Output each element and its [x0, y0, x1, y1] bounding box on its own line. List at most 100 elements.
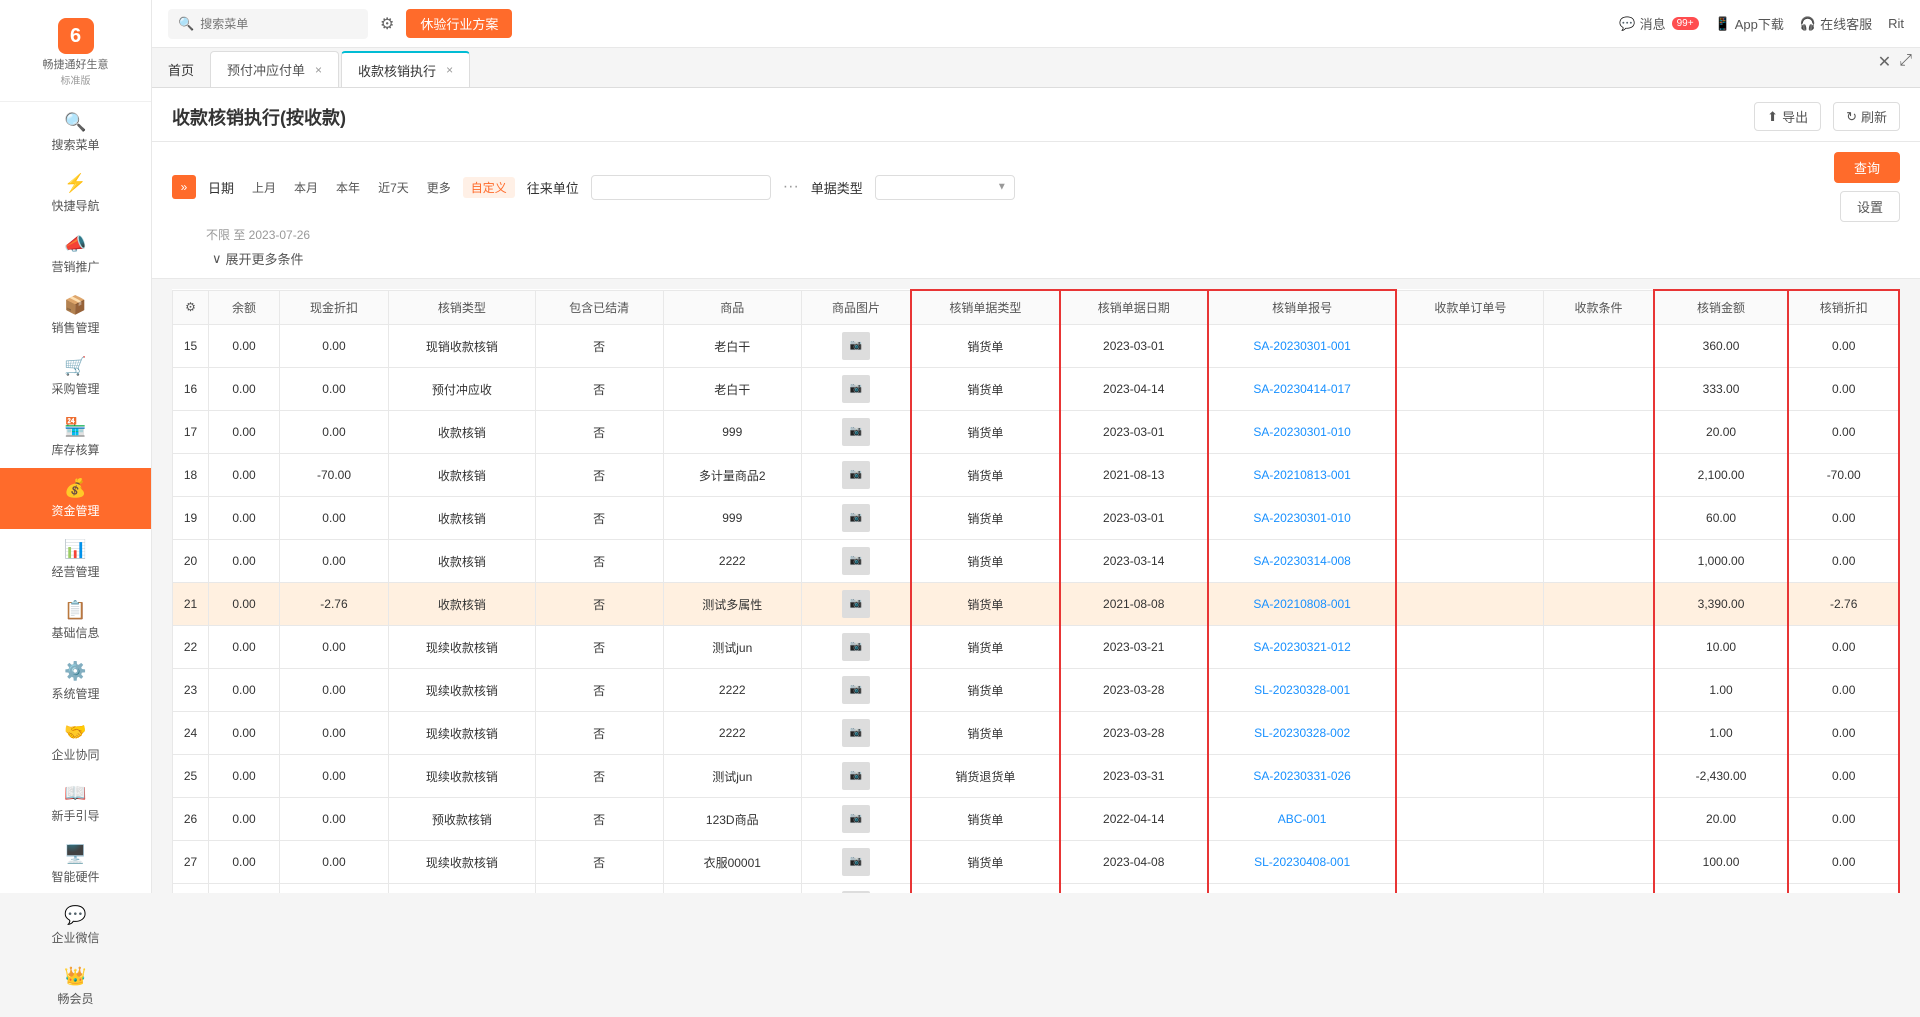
this-year-btn[interactable]: 本年 [330, 177, 366, 198]
th-verify-bill-type: 核销单据类型 [911, 290, 1059, 325]
tab-prepay-close[interactable]: × [315, 63, 322, 77]
solution-button[interactable]: 休验行业方案 [406, 9, 512, 38]
close-window-icon[interactable]: ✕ [1878, 52, 1891, 72]
bill-no-link[interactable]: SA-20230301-001 [1253, 339, 1350, 353]
topbar: 🔍 ⚙ 休验行业方案 💬 消息 99+ 📱 App下载 🎧 在线客服 Rit [152, 0, 1920, 48]
sidebar-item-inventory[interactable]: 🏪 库存核算 [0, 407, 151, 468]
cell-goods-img: 📷 [801, 583, 911, 626]
search-input[interactable] [200, 17, 320, 31]
online-service-item[interactable]: 🎧 在线客服 [1800, 14, 1872, 33]
cell-verify-bill-no: SA-20230301-001 [1208, 325, 1396, 368]
cell-goods: 2222 [663, 884, 801, 894]
bill-no-link[interactable]: SA-20230301-010 [1253, 511, 1350, 525]
expand-window-icon[interactable]: ⤢ [1899, 52, 1912, 72]
table-row: 26 0.00 0.00 预收款核销 否 123D商品 📷 销货单 2022-0… [173, 798, 1900, 841]
user-item[interactable]: Rit [1888, 16, 1904, 31]
cell-verify-bill-type: 销货单 [911, 669, 1059, 712]
bill-no-link[interactable]: SA-20230301-010 [1253, 425, 1350, 439]
bill-no-link[interactable]: SA-20230321-012 [1253, 640, 1350, 654]
cell-receipt-order-no [1396, 669, 1544, 712]
sidebar-item-finance[interactable]: 💰 资金管理 [0, 468, 151, 529]
cell-include-settled: 否 [535, 841, 663, 884]
table-area[interactable]: ⚙ 余额 现金折扣 核销类型 包含已结清 商品 商品图片 核销单据类型 核销单据… [152, 279, 1920, 893]
last-month-btn[interactable]: 上月 [246, 177, 282, 198]
bill-no-link[interactable]: SA-20210808-001 [1253, 597, 1350, 611]
cell-goods: 衣服00001 [663, 841, 801, 884]
filter-settings-button[interactable]: 设置 [1840, 191, 1900, 222]
page-header-actions: ⬆ 导出 ↻ 刷新 [1754, 102, 1900, 131]
sidebar-item-wechat[interactable]: 💬 企业微信 [0, 895, 151, 956]
sidebar-item-collab[interactable]: 🤝 企业协同 [0, 712, 151, 773]
sidebar-item-system[interactable]: ⚙️ 系统管理 [0, 651, 151, 712]
bill-no-link[interactable]: SA-20230331-026 [1253, 769, 1350, 783]
settings-icon[interactable]: ⚙ [380, 14, 394, 34]
cell-goods: 多计量商品2 [663, 454, 801, 497]
bill-no-link[interactable]: SL-20230328-001 [1254, 683, 1350, 697]
topbar-search-box[interactable]: 🔍 [168, 9, 368, 39]
cell-verify-type: 现续收款核销 [388, 841, 535, 884]
app-icon: 6 [58, 18, 94, 54]
export-button[interactable]: ⬆ 导出 [1754, 102, 1821, 131]
cell-verify-bill-type: 销货单 [911, 712, 1059, 755]
tab-verify-close[interactable]: × [446, 63, 453, 77]
filter-toggle-button[interactable]: » [172, 175, 196, 199]
sidebar-item-quicknav[interactable]: ⚡ 快捷导航 [0, 163, 151, 224]
sidebar-item-marketing[interactable]: 📣 营销推广 [0, 224, 151, 285]
purchase-icon: 🛒 [64, 356, 86, 377]
single-type-select[interactable] [875, 175, 1015, 200]
table-row: 27 0.00 0.00 现续收款核销 否 衣服00001 📷 销货单 2023… [173, 841, 1900, 884]
bill-no-link[interactable]: SA-20210813-001 [1253, 468, 1350, 482]
bill-no-link[interactable]: SA-20230314-008 [1253, 554, 1350, 568]
more-date-btn[interactable]: 更多 [421, 177, 457, 198]
sidebar-item-search[interactable]: 🔍 搜索菜单 [0, 102, 151, 163]
bill-no-link[interactable]: SA-20230414-017 [1253, 382, 1350, 396]
cell-receipt-condition [1544, 325, 1654, 368]
cell-receipt-order-no [1396, 755, 1544, 798]
cell-verify-bill-no: SA-20230301-010 [1208, 497, 1396, 540]
last7-btn[interactable]: 近7天 [372, 177, 415, 198]
custom-date-btn[interactable]: 自定义 [463, 177, 515, 198]
partner-input[interactable] [591, 175, 771, 200]
bill-no-link[interactable]: SL-20230328-002 [1254, 726, 1350, 740]
table-row: 16 0.00 0.00 预付冲应收 否 老白干 📷 销货单 2023-04-1… [173, 368, 1900, 411]
sidebar-item-member[interactable]: 👑 畅会员 [0, 956, 151, 1017]
cell-receipt-condition [1544, 798, 1654, 841]
cell-verify-amount: 360.00 [1654, 325, 1789, 368]
cell-receipt-order-no [1396, 583, 1544, 626]
th-gear[interactable]: ⚙ [173, 290, 209, 325]
cell-goods-img: 📷 [801, 626, 911, 669]
cell-balance: 0.00 [209, 540, 280, 583]
cell-id: 20 [173, 540, 209, 583]
cell-include-settled: 否 [535, 368, 663, 411]
cell-cash-discount: 0.00 [280, 411, 389, 454]
cell-goods: 123D商品 [663, 798, 801, 841]
sidebar-item-hardware[interactable]: 🖥️ 智能硬件 [0, 834, 151, 895]
sidebar-item-sales[interactable]: 📦 销售管理 [0, 285, 151, 346]
finance-icon: 💰 [64, 478, 86, 499]
this-month-btn[interactable]: 本月 [288, 177, 324, 198]
filter-expand-btn[interactable]: ∨ 展开更多条件 [212, 249, 1900, 268]
refresh-button[interactable]: ↻ 刷新 [1833, 102, 1900, 131]
tab-verify[interactable]: 收款核销执行 × [341, 51, 470, 87]
cell-goods: 999 [663, 497, 801, 540]
cell-cash-discount: 0.00 [280, 755, 389, 798]
sidebar-item-basic-info[interactable]: 📋 基础信息 [0, 590, 151, 651]
cell-id: 24 [173, 712, 209, 755]
sidebar-item-purchase[interactable]: 🛒 采购管理 [0, 346, 151, 407]
sidebar-item-guide[interactable]: 📖 新手引导 [0, 773, 151, 834]
tab-home[interactable]: 首页 [152, 51, 210, 87]
management-icon: 📊 [64, 539, 86, 560]
query-button[interactable]: 查询 [1834, 152, 1900, 183]
cell-verify-discount: 0.00 [1788, 712, 1899, 755]
sidebar-item-management[interactable]: 📊 经营管理 [0, 529, 151, 590]
cell-verify-amount: 20.00 [1654, 798, 1789, 841]
app-download-item[interactable]: 📱 App下载 [1715, 14, 1784, 33]
table-row: 25 0.00 0.00 现续收款核销 否 测试jun 📷 销货退货单 2023… [173, 755, 1900, 798]
tab-prepay[interactable]: 预付冲应付单 × [210, 51, 339, 87]
cell-goods: 2222 [663, 712, 801, 755]
bill-no-link[interactable]: ABC-001 [1278, 812, 1327, 826]
bill-no-link[interactable]: SL-20230408-001 [1254, 855, 1350, 869]
collab-icon: 🤝 [64, 722, 86, 743]
cell-include-settled: 否 [535, 497, 663, 540]
message-item[interactable]: 💬 消息 99+ [1619, 14, 1698, 33]
